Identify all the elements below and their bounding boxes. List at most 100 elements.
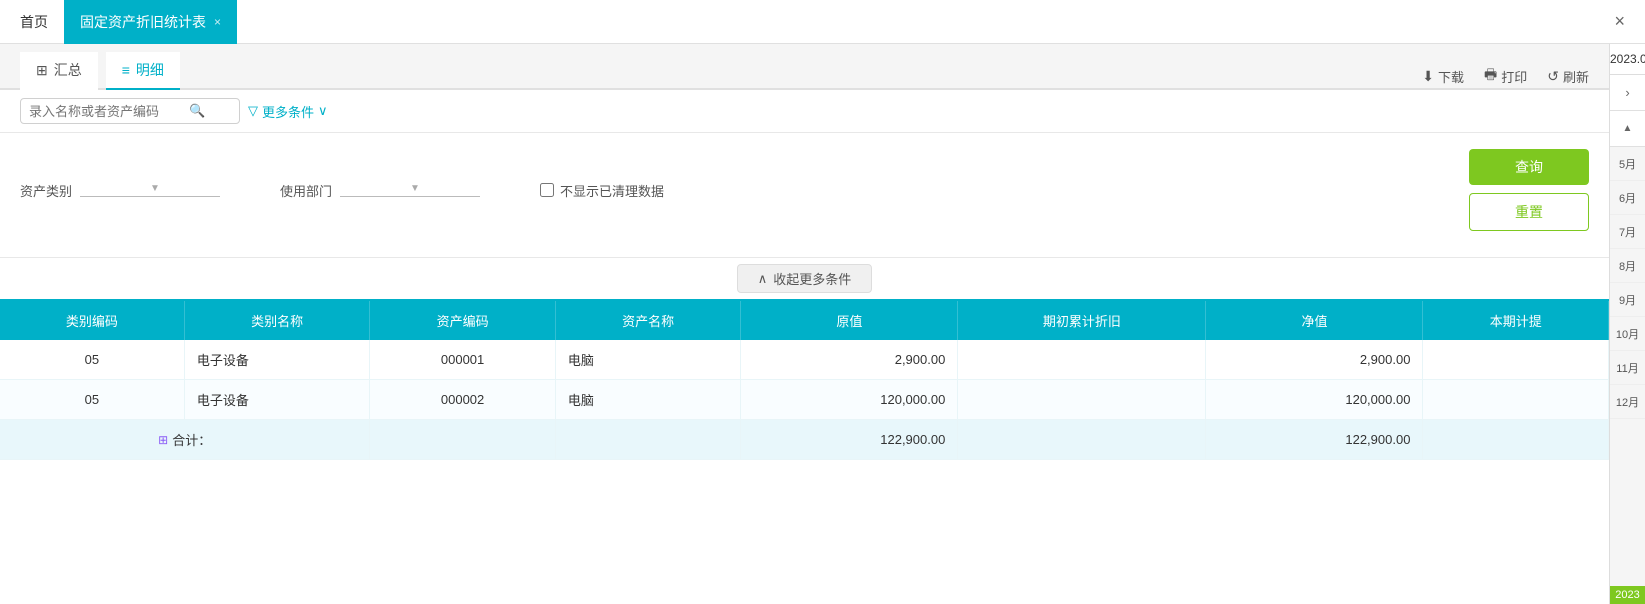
- query-button[interactable]: 查询: [1469, 149, 1589, 185]
- filter-icon: ▽: [248, 103, 258, 119]
- detail-icon: ≡: [122, 62, 130, 78]
- month-12-label: 12月: [1616, 394, 1639, 410]
- total-label-text: 合计：: [172, 430, 211, 449]
- download-button[interactable]: ⬇ 下载: [1422, 67, 1464, 86]
- table-header: 类别编码 类别名称 资产编码 资产名称 原值 期初累计折旧 净值 本期计提: [0, 301, 1609, 340]
- top-nav: 首页 固定资产折旧统计表 × ×: [0, 0, 1645, 44]
- total-empty-1: [370, 420, 556, 460]
- tab-detail-label: 明细: [136, 60, 164, 80]
- tabs-bar: ⊞ 汇总 ≡ 明细 ⬇ 下载 🖶 打印 ↺ 刷新: [0, 44, 1609, 90]
- hide-cleaned-field: 不显示已清理数据: [540, 181, 664, 200]
- home-link[interactable]: 首页: [20, 12, 64, 32]
- filter-row-1: 资产类别 ▼ 使用部门 ▼ 不显示已清理数据: [20, 149, 1589, 231]
- more-conditions-button[interactable]: ▽ 更多条件 ∨: [248, 102, 328, 121]
- month-11[interactable]: 11月: [1610, 351, 1645, 385]
- refresh-label: 刷新: [1563, 67, 1589, 86]
- print-button[interactable]: 🖶 打印: [1484, 64, 1527, 88]
- refresh-button[interactable]: ↺ 刷新: [1547, 67, 1589, 86]
- download-icon: ⬇: [1422, 68, 1434, 85]
- month-6[interactable]: 6月: [1610, 181, 1645, 215]
- total-net-value: 122,900.00: [1206, 420, 1423, 460]
- row1-accumulated: [958, 340, 1206, 380]
- active-tab-label: 固定资产折旧统计表: [80, 12, 206, 32]
- row2-net-value: 120,000.00: [1206, 380, 1423, 420]
- month-12[interactable]: 12月: [1610, 385, 1645, 419]
- month-8[interactable]: 8月: [1610, 249, 1645, 283]
- search-input[interactable]: [29, 104, 189, 119]
- row2-asset-code: 000002: [370, 380, 556, 420]
- total-row: ⊞ 合计： 122,900.00 122,900.00: [0, 420, 1609, 460]
- table-body: 05 电子设备 000001 电脑 2,900.00 2,900.00 05 电…: [0, 340, 1609, 460]
- collapse-button[interactable]: ∧ 收起更多条件: [737, 264, 873, 293]
- department-field: 使用部门 ▼: [280, 181, 480, 200]
- asset-category-field: 资产类别 ▼: [20, 181, 220, 200]
- year-badge[interactable]: 2023: [1610, 586, 1645, 604]
- expand-panel-button[interactable]: ›: [1610, 75, 1645, 111]
- total-accumulated: [958, 420, 1206, 460]
- department-arrow-icon: ▼: [410, 183, 480, 194]
- col-asset-code: 资产编码: [370, 301, 556, 340]
- total-current-period: [1423, 420, 1609, 460]
- row1-asset-name: 电脑: [555, 340, 741, 380]
- scroll-up-button[interactable]: ▲: [1610, 111, 1645, 147]
- total-icon: ⊞: [158, 433, 168, 447]
- chevron-down-icon: ∨: [318, 103, 328, 119]
- month-10-label: 10月: [1616, 326, 1639, 342]
- left-panel: ⊞ 汇总 ≡ 明细 ⬇ 下载 🖶 打印 ↺ 刷新: [0, 44, 1609, 604]
- month-7[interactable]: 7月: [1610, 215, 1645, 249]
- search-icon[interactable]: 🔍: [189, 103, 205, 119]
- active-tab[interactable]: 固定资产折旧统计表 ×: [64, 0, 237, 44]
- row1-current-period: [1423, 340, 1609, 380]
- row2-asset-name: 电脑: [555, 380, 741, 420]
- row1-category-code: 05: [0, 340, 184, 380]
- tab-summary[interactable]: ⊞ 汇总: [20, 52, 98, 90]
- col-accumulated-depreciation: 期初累计折旧: [958, 301, 1206, 340]
- col-asset-name: 资产名称: [555, 301, 741, 340]
- row2-accumulated: [958, 380, 1206, 420]
- print-icon: 🖶: [1484, 64, 1497, 88]
- month-11-label: 11月: [1616, 360, 1638, 376]
- tab-detail[interactable]: ≡ 明细: [106, 52, 180, 90]
- filter-label: 更多条件: [262, 102, 314, 121]
- total-empty-2: [555, 420, 741, 460]
- collapse-icon: ∧: [758, 271, 768, 287]
- month-7-label: 7月: [1619, 224, 1636, 240]
- hide-cleaned-label: 不显示已清理数据: [560, 181, 664, 200]
- close-tab-icon[interactable]: ×: [214, 15, 221, 29]
- expand-arrow-icon: ›: [1625, 85, 1629, 100]
- tab-summary-label: 汇总: [54, 60, 82, 80]
- col-net-value: 净值: [1206, 301, 1423, 340]
- department-label: 使用部门: [280, 181, 332, 200]
- print-label: 打印: [1501, 67, 1527, 86]
- right-side-panel: 2023.01 › ▲ 5月 6月 7月 8月 9月 10月 11月: [1609, 44, 1645, 604]
- month-9-label: 9月: [1619, 292, 1636, 308]
- row2-current-period: [1423, 380, 1609, 420]
- collapse-label: 收起更多条件: [773, 269, 851, 288]
- col-category-code: 类别编码: [0, 301, 184, 340]
- row1-category-name: 电子设备: [184, 340, 370, 380]
- col-original-value: 原值: [741, 301, 958, 340]
- row2-category-name: 电子设备: [184, 380, 370, 420]
- up-arrow-icon: ▲: [1623, 123, 1633, 134]
- month-8-label: 8月: [1619, 258, 1636, 274]
- month-9[interactable]: 9月: [1610, 283, 1645, 317]
- toolbar-actions: ⬇ 下载 🖶 打印 ↺ 刷新: [1422, 64, 1589, 88]
- search-box[interactable]: 🔍: [20, 98, 240, 124]
- row2-original-value: 120,000.00: [741, 380, 958, 420]
- month-10[interactable]: 10月: [1610, 317, 1645, 351]
- asset-category-label: 资产类别: [20, 181, 72, 200]
- department-select[interactable]: ▼: [340, 183, 480, 197]
- hide-cleaned-checkbox[interactable]: [540, 183, 554, 197]
- total-label-cell: ⊞ 合计：: [0, 420, 370, 460]
- summary-icon: ⊞: [36, 62, 48, 79]
- window-close-button[interactable]: ×: [1614, 11, 1625, 32]
- collapse-bar: ∧ 收起更多条件: [0, 258, 1609, 301]
- month-5[interactable]: 5月: [1610, 147, 1645, 181]
- total-original-value: 122,900.00: [741, 420, 958, 460]
- asset-category-select[interactable]: ▼: [80, 183, 220, 197]
- reset-button[interactable]: 重置: [1469, 193, 1589, 231]
- asset-category-arrow-icon: ▼: [150, 183, 220, 194]
- table-row: 05 电子设备 000002 电脑 120,000.00 120,000.00: [0, 380, 1609, 420]
- row1-net-value: 2,900.00: [1206, 340, 1423, 380]
- filter-panel: 资产类别 ▼ 使用部门 ▼ 不显示已清理数据: [0, 133, 1609, 258]
